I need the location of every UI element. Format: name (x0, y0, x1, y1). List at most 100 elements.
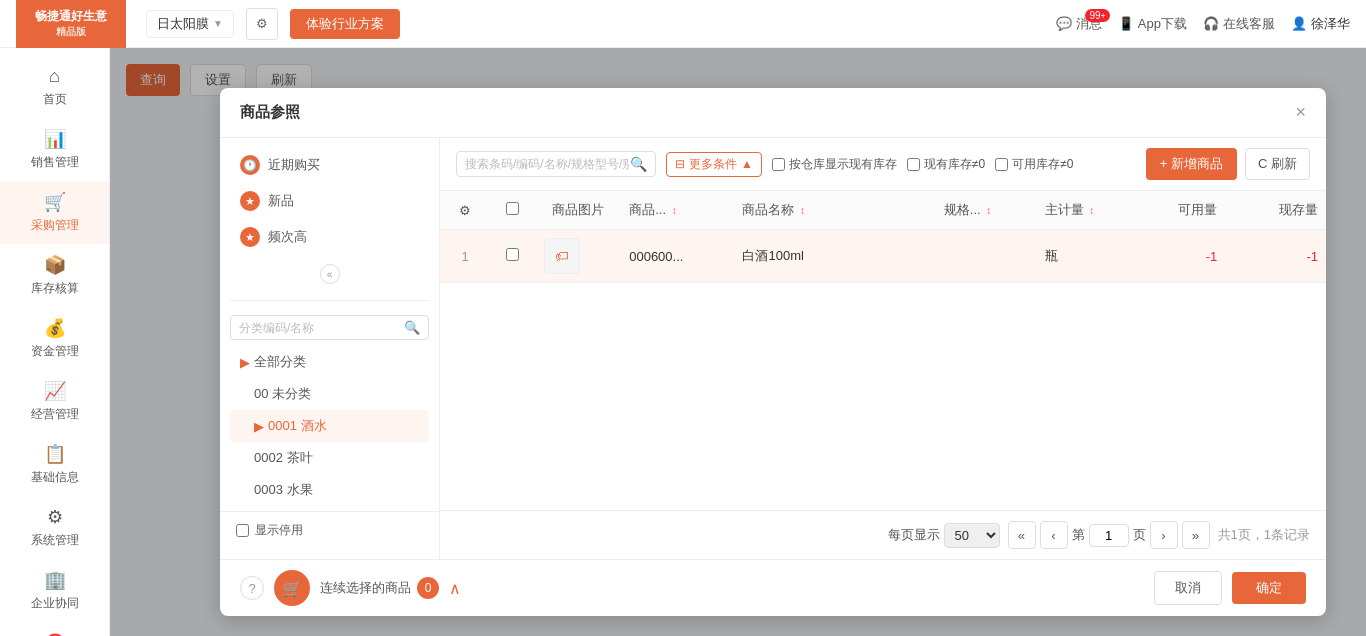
sales-icon: 📊 (44, 128, 66, 150)
next-page-btn[interactable]: › (1150, 521, 1178, 549)
last-page-btn[interactable]: » (1182, 521, 1210, 549)
quick-link-recent[interactable]: 🕐 近期购买 (230, 148, 429, 182)
sidebar-item-system[interactable]: ⚙ 系统管理 (0, 496, 109, 559)
inventory-icon: 📦 (44, 254, 66, 276)
row-checkbox[interactable] (506, 248, 519, 261)
message-icon: 💬 (1056, 16, 1072, 31)
warehouse-filter-toggle[interactable]: 按仓库显示现有库存 (772, 156, 897, 173)
col-header-name[interactable]: 商品名称 ↕ (734, 191, 935, 230)
more-conditions-label: 更多条件 (689, 156, 737, 173)
store-selector[interactable]: 日太阳膜 ▼ (146, 10, 234, 38)
available-stock-checkbox[interactable] (995, 158, 1008, 171)
cat-0003[interactable]: 0003 水果 (230, 474, 429, 506)
category-search-box: 🔍 (230, 315, 429, 340)
col-header-settings[interactable]: ⚙ (440, 191, 490, 230)
row-checkbox-cell[interactable] (490, 230, 535, 283)
show-disabled-checkbox[interactable] (236, 524, 249, 537)
footer-collapse-icon[interactable]: ∧ (449, 579, 461, 598)
app-download-btn[interactable]: 📱 App下载 (1118, 15, 1187, 33)
product-search-input[interactable] (465, 157, 630, 171)
current-stock-filter-toggle[interactable]: 现有库存≠0 (907, 156, 985, 173)
pagination-bar: 每页显示 50 100 « ‹ 第 页 › (440, 510, 1326, 559)
col-header-code[interactable]: 商品... ↕ (621, 191, 734, 230)
available-stock-filter-toggle[interactable]: 可用库存≠0 (995, 156, 1073, 173)
sidebar-item-basic-info[interactable]: 📋 基础信息 (0, 433, 109, 496)
sidebar-label-operations: 经营管理 (31, 406, 79, 423)
current-stock-checkbox[interactable] (907, 158, 920, 171)
show-disabled-toggle[interactable]: 显示停用 (220, 511, 439, 549)
sidebar-item-sales[interactable]: 📊 销售管理 (0, 118, 109, 181)
category-search-input[interactable] (239, 321, 404, 335)
prev-page-btn[interactable]: ‹ (1040, 521, 1068, 549)
logo: 畅捷通好生意 精品版 (16, 0, 126, 48)
service-label: 在线客服 (1223, 15, 1275, 33)
online-service-btn[interactable]: 🎧 在线客服 (1203, 15, 1275, 33)
first-page-btn[interactable]: « (1008, 521, 1036, 549)
cat-all-label: 全部分类 (254, 353, 306, 371)
cat-all[interactable]: ▶ 全部分类 (230, 346, 429, 378)
footer-left: ? 🛒 连续选择的商品 0 ∧ (240, 570, 461, 606)
modal-close-btn[interactable]: × (1295, 102, 1306, 123)
chevron-up-icon: ▲ (741, 157, 753, 171)
page-navigation: « ‹ 第 页 › » (1008, 521, 1210, 549)
per-page-select[interactable]: 50 100 (944, 523, 1000, 548)
quick-link-new[interactable]: ★ 新品 (230, 184, 429, 218)
user-name: 徐泽华 (1311, 15, 1350, 33)
cart-btn[interactable]: 🛒 (274, 570, 310, 606)
col-spec-label: 规格... (944, 202, 981, 217)
row-spec (936, 230, 1037, 283)
quick-link-frequent[interactable]: ★ 频次高 (230, 220, 429, 254)
help-btn[interactable]: ? (240, 576, 264, 600)
refresh-btn[interactable]: C 刷新 (1245, 148, 1310, 180)
table-row[interactable]: 1 🏷 000600... (440, 230, 1326, 283)
product-search-icon[interactable]: 🔍 (630, 156, 647, 172)
warehouse-filter-label: 按仓库显示现有库存 (789, 156, 897, 173)
row-index: 1 (440, 230, 490, 283)
row-name: 白酒100ml (734, 230, 935, 283)
cat-00[interactable]: 00 未分类 (230, 378, 429, 410)
add-product-btn[interactable]: + 新增商品 (1146, 148, 1237, 180)
cat-0003-label: 0003 水果 (254, 481, 313, 499)
page-number-input[interactable] (1089, 524, 1129, 547)
table-settings-icon[interactable]: ⚙ (459, 203, 471, 218)
select-all-checkbox[interactable] (506, 202, 519, 215)
logo-text: 畅捷通好生意 精品版 (35, 9, 107, 38)
warehouse-filter-checkbox[interactable] (772, 158, 785, 171)
col-header-img: 商品图片 (536, 191, 622, 230)
cat-0001[interactable]: ▶ 0001 酒水 (230, 410, 429, 442)
message-btn[interactable]: 💬 消息 99+ (1056, 15, 1102, 33)
sidebar-item-guide[interactable]: 🎯 新手引导 (0, 622, 109, 636)
message-badge: 99+ (1085, 9, 1109, 22)
experience-btn[interactable]: 体验行业方案 (290, 9, 400, 39)
col-header-spec[interactable]: 规格... ↕ (936, 191, 1037, 230)
thumb-placeholder: 🏷 (555, 248, 569, 264)
home-icon: ⌂ (49, 66, 60, 87)
headset-icon: 🎧 (1203, 16, 1219, 31)
user-profile[interactable]: 👤 徐泽华 (1291, 15, 1350, 33)
collapse-left-btn[interactable]: « (320, 264, 340, 284)
sidebar-item-purchase[interactable]: 🛒 采购管理 (0, 181, 109, 244)
confirm-btn[interactable]: 确定 (1232, 572, 1306, 604)
category-search-icon[interactable]: 🔍 (404, 320, 420, 335)
col-header-unit[interactable]: 主计量 ↕ (1037, 191, 1125, 230)
category-list: ▶ 全部分类 00 未分类 ▶ 0001 酒水 0002 茶叶 (220, 346, 439, 511)
top-navbar: 畅捷通好生意 精品版 日太阳膜 ▼ ⚙ 体验行业方案 💬 消息 99+ 📱 Ap… (0, 0, 1366, 48)
quick-links: 🕐 近期购买 ★ 新品 ★ 频次高 (220, 148, 439, 256)
cancel-btn[interactable]: 取消 (1154, 571, 1222, 605)
recent-icon: 🕐 (240, 155, 260, 175)
sidebar-item-inventory[interactable]: 📦 库存核算 (0, 244, 109, 307)
frequent-icon: ★ (240, 227, 260, 247)
cat-0002[interactable]: 0002 茶叶 (230, 442, 429, 474)
col-name-label: 商品名称 (742, 202, 794, 217)
sidebar-item-operations[interactable]: 📈 经营管理 (0, 370, 109, 433)
sidebar-item-home[interactable]: ⌂ 首页 (0, 56, 109, 118)
more-conditions-btn[interactable]: ⊟ 更多条件 ▲ (666, 152, 762, 177)
new-product-icon: ★ (240, 191, 260, 211)
sort-spec-icon: ↕ (986, 205, 991, 216)
new-label: 新品 (268, 192, 294, 210)
sidebar-item-finance[interactable]: 💰 资金管理 (0, 307, 109, 370)
settings-icon[interactable]: ⚙ (246, 8, 278, 40)
col-header-stock: 现存量 (1225, 191, 1326, 230)
freq-label: 频次高 (268, 228, 307, 246)
sidebar-item-enterprise[interactable]: 🏢 企业协同 (0, 559, 109, 622)
